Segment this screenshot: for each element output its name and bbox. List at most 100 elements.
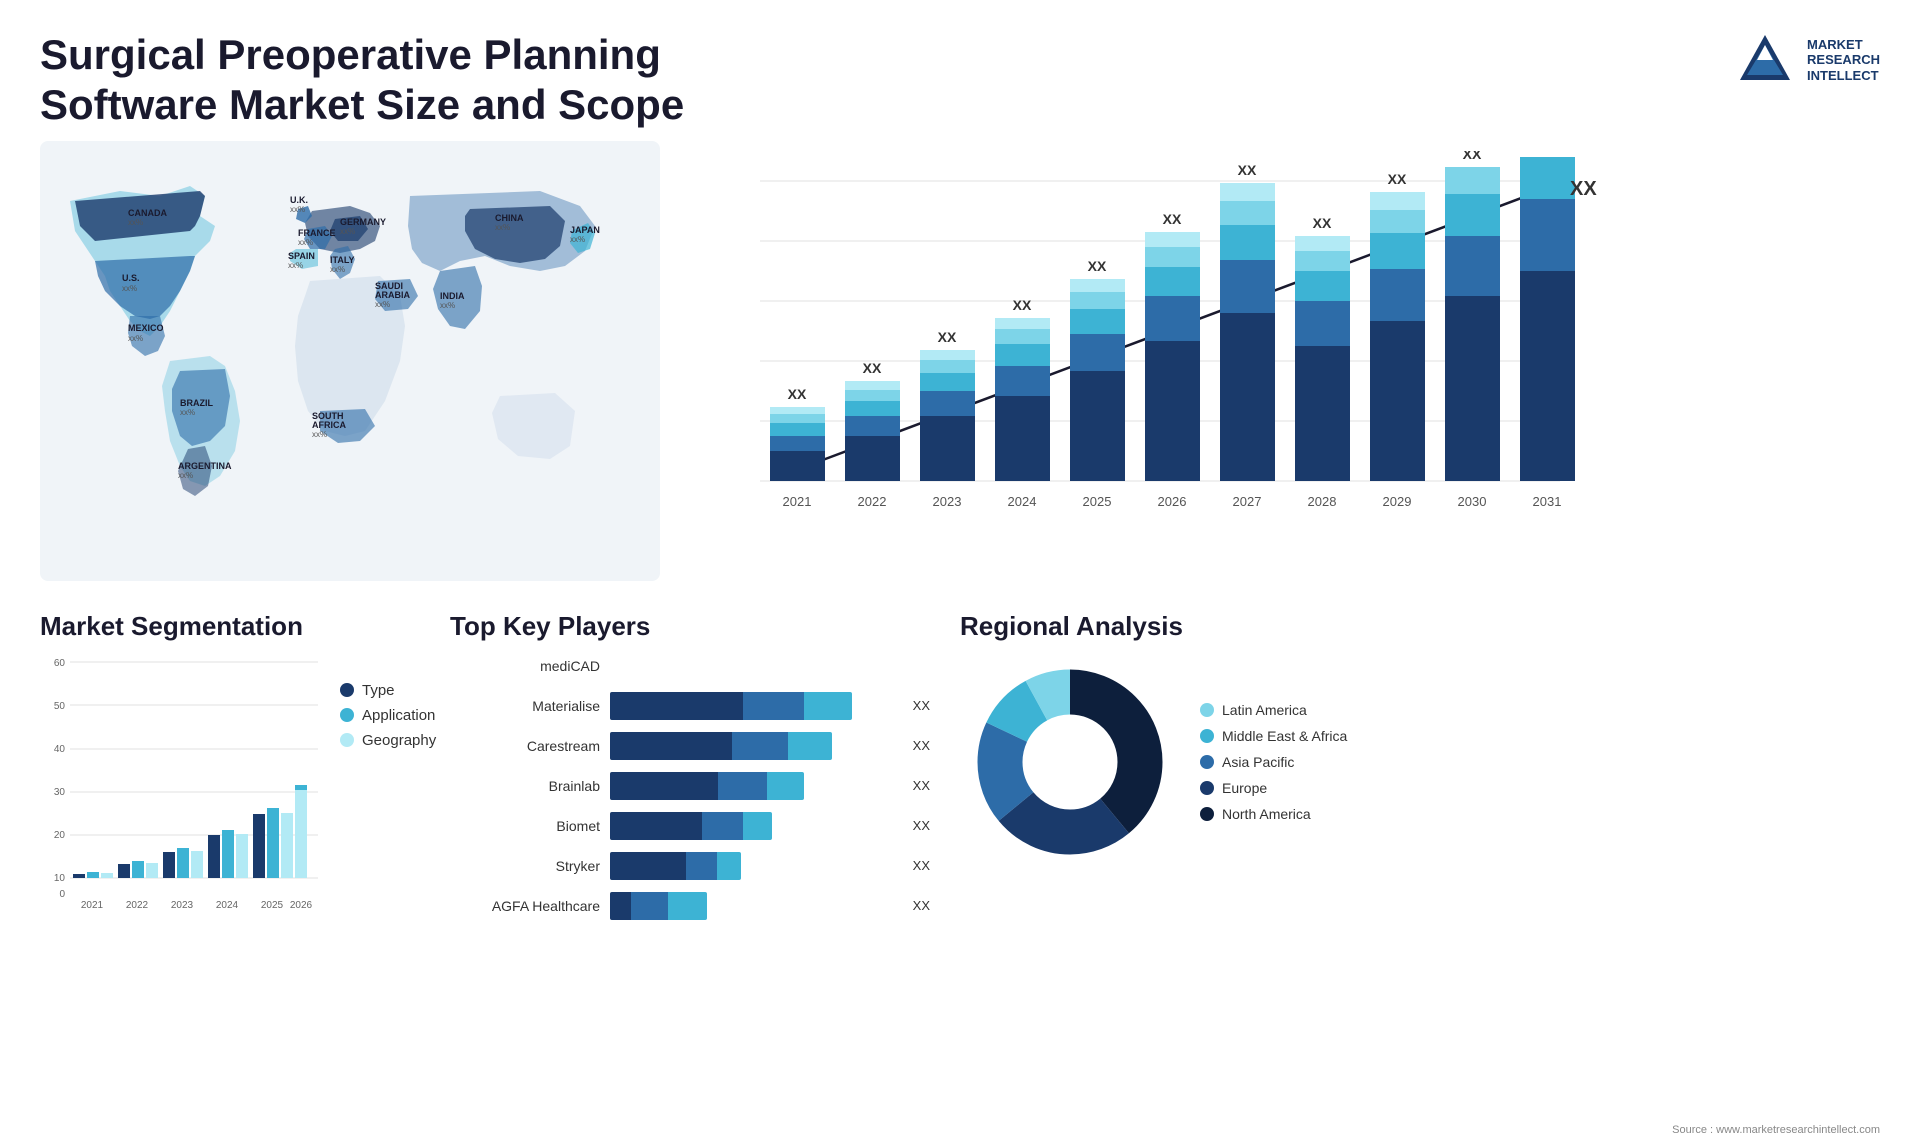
svg-text:FRANCE: FRANCE [298,228,336,238]
svg-text:xx%: xx% [128,334,143,343]
player-name-brainlab: Brainlab [450,778,600,794]
svg-text:XX: XX [1388,171,1407,187]
donut-legend: Latin America Middle East & Africa Asia … [1200,702,1347,822]
svg-text:xx%: xx% [180,408,195,417]
svg-text:BRAZIL: BRAZIL [180,398,213,408]
svg-text:xx%: xx% [375,300,390,309]
bar-chart: XX 2021 XX 2022 XX 2023 XX 20 [700,151,1600,571]
svg-text:20: 20 [54,830,66,841]
svg-text:xx%: xx% [128,218,143,227]
page-title: Surgical Preoperative Planning Software … [40,30,740,131]
legend-item-type: Type [340,682,436,699]
bottom-section: Market Segmentation 60 50 40 30 [0,591,1920,1011]
svg-text:50: 50 [54,701,66,712]
svg-text:XX: XX [1088,258,1107,274]
svg-text:2025: 2025 [261,900,284,911]
world-map: CANADA xx% U.S. xx% MEXICO xx% BRAZIL xx… [40,141,660,581]
svg-text:40: 40 [54,744,66,755]
player-bar-carestream [610,732,895,760]
svg-text:2026: 2026 [290,900,313,911]
logo-text: MARKET RESEARCH INTELLECT [1807,37,1880,84]
svg-text:XX: XX [1463,151,1482,162]
svg-text:U.S.: U.S. [122,273,140,283]
players-bars: mediCAD Materialise XX C [450,652,930,920]
player-name-biomet: Biomet [450,818,600,834]
svg-text:2021: 2021 [81,900,104,911]
svg-text:ARGENTINA: ARGENTINA [178,461,232,471]
source-text: Source : www.marketresearchintellect.com [1672,1124,1880,1136]
legend-dot-application [340,708,354,722]
player-name-agfa: AGFA Healthcare [450,898,600,914]
player-bar-biomet [610,812,895,840]
svg-text:XX: XX [938,329,957,345]
svg-text:2023: 2023 [933,494,962,509]
svg-text:2023: 2023 [171,900,194,911]
segmentation-title: Market Segmentation [40,611,420,642]
svg-text:2024: 2024 [1008,494,1037,509]
svg-text:xx%: xx% [288,261,303,270]
player-row-stryker: Stryker XX [450,852,930,880]
svg-text:xx%: xx% [495,223,510,232]
legend-europe: Europe [1200,780,1347,796]
player-value-carestream: XX [913,738,930,753]
svg-text:SPAIN: SPAIN [288,251,315,261]
player-row-materialise: Materialise XX [450,692,930,720]
svg-text:CHINA: CHINA [495,213,524,223]
segmentation-legend: Type Application Geography [340,682,436,912]
segmentation-chart: 60 50 40 30 20 10 0 2021 2022 [40,652,320,912]
player-value-brainlab: XX [913,778,930,793]
svg-text:INDIA: INDIA [440,291,465,301]
map-section: CANADA xx% U.S. xx% MEXICO xx% BRAZIL xx… [40,141,660,591]
logo-area: MARKET RESEARCH INTELLECT [1735,30,1880,90]
svg-text:2022: 2022 [858,494,887,509]
player-value-materialise: XX [913,698,930,713]
svg-text:XX: XX [1238,162,1257,178]
svg-text:xx%: xx% [122,284,137,293]
player-bar-materialise [610,692,895,720]
player-row-agfa: AGFA Healthcare XX [450,892,930,920]
svg-text:xx%: xx% [440,301,455,310]
player-row-carestream: Carestream XX [450,732,930,760]
player-value-agfa: XX [913,898,930,913]
svg-text:xx%: xx% [330,265,345,274]
svg-text:xx%: xx% [312,430,327,439]
player-value-biomet: XX [913,818,930,833]
svg-text:xx%: xx% [570,235,585,244]
player-row-biomet: Biomet XX [450,812,930,840]
svg-text:xx%: xx% [178,471,193,480]
color-asia-pacific [1200,755,1214,769]
player-row-brainlab: Brainlab XX [450,772,930,800]
svg-text:MEXICO: MEXICO [128,323,164,333]
segmentation-section: Market Segmentation 60 50 40 30 [40,611,420,1001]
legend-item-application: Application [340,707,436,724]
svg-text:2027: 2027 [1233,494,1262,509]
players-section: Top Key Players mediCAD Materialise [450,611,930,1001]
svg-text:XX: XX [1570,178,1597,200]
svg-text:2022: 2022 [126,900,149,911]
chart-section: XX 2021 XX 2022 XX 2023 XX 20 [680,141,1880,591]
players-title: Top Key Players [450,611,930,642]
legend-dot-type [340,683,354,697]
legend-item-geography: Geography [340,732,436,749]
color-latin-america [1200,703,1214,717]
player-name-stryker: Stryker [450,858,600,874]
svg-text:XX: XX [1013,297,1032,313]
regional-section: Regional Analysis [960,611,1880,1001]
svg-text:xx%: xx% [298,238,313,247]
header: Surgical Preoperative Planning Software … [0,0,1920,141]
player-row-medicad: mediCAD [450,652,930,680]
svg-text:2030: 2030 [1458,494,1487,509]
player-name-medicad: mediCAD [450,658,600,674]
player-bar-medicad [610,652,930,680]
svg-text:ARABIA: ARABIA [375,290,410,300]
svg-text:ITALY: ITALY [330,255,355,265]
svg-text:2031: 2031 [1533,494,1562,509]
svg-text:XX: XX [1313,215,1332,231]
legend-latin-america: Latin America [1200,702,1347,718]
svg-text:XX: XX [863,360,882,376]
svg-text:GERMANY: GERMANY [340,217,386,227]
player-bar-agfa [610,892,895,920]
logo-icon [1735,30,1795,90]
regional-title: Regional Analysis [960,611,1880,642]
player-bar-brainlab [610,772,895,800]
